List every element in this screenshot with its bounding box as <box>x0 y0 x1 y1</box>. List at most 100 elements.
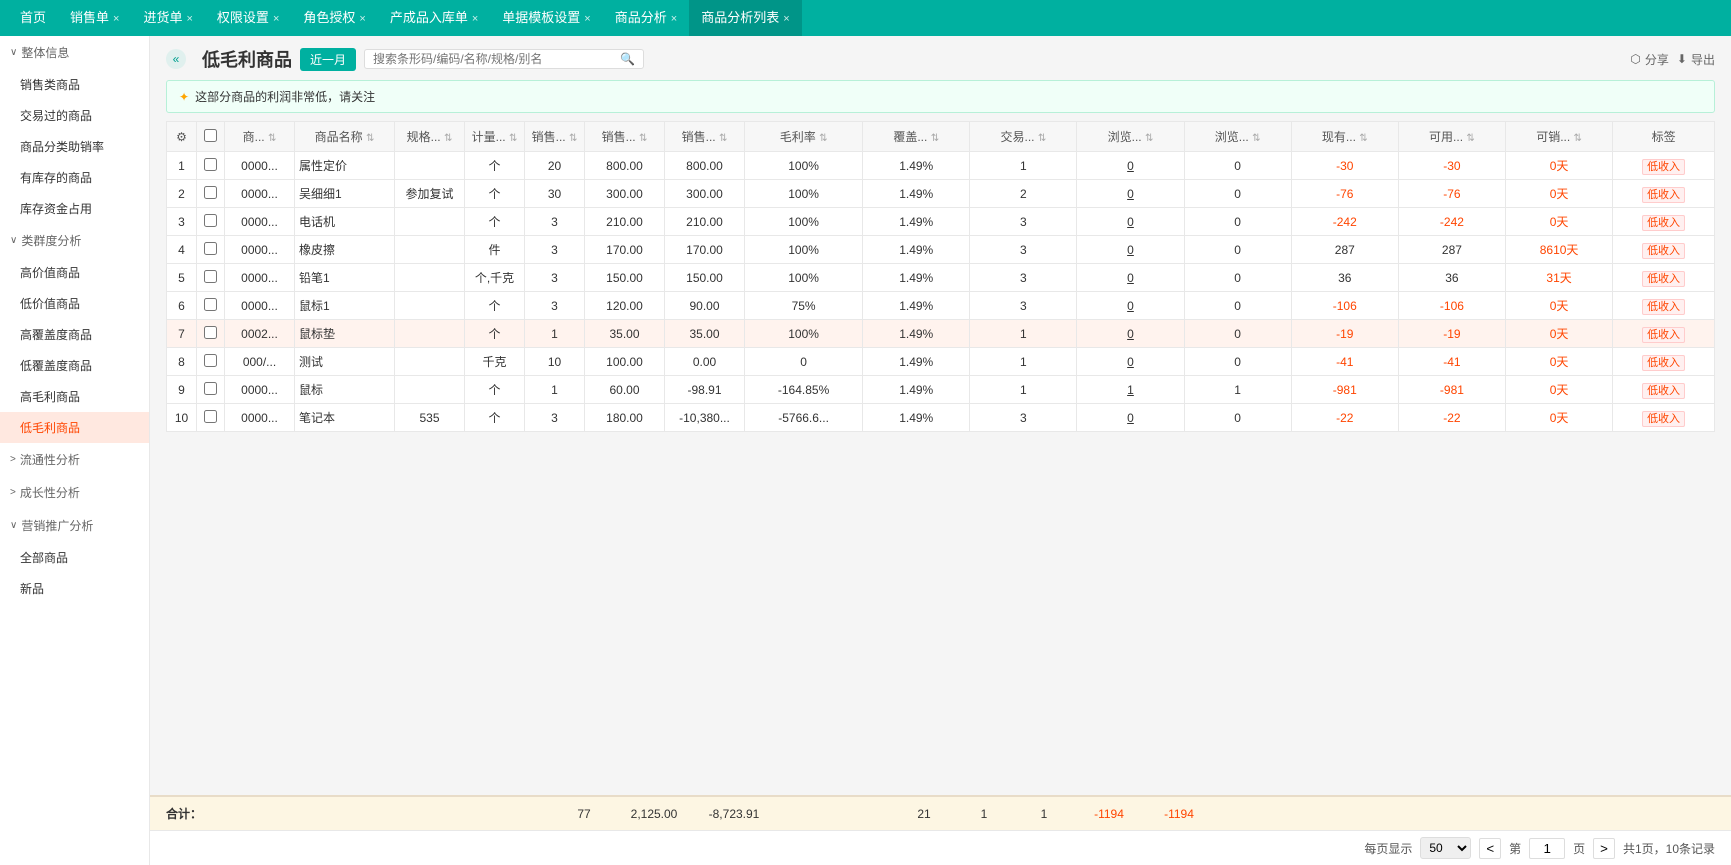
share-btn[interactable]: ⬡ 分享 <box>1630 51 1669 68</box>
row-view1[interactable]: 0 <box>1077 292 1184 320</box>
row-cover-rate: 1.49% <box>863 152 970 180</box>
nav-item-商品分析列表[interactable]: 商品分析列表× <box>689 0 801 36</box>
sidebar-group-类群度分析[interactable]: ∨类群度分析 <box>0 224 149 257</box>
sidebar-group-成长性分析[interactable]: >成长性分析 <box>0 476 149 509</box>
row-view1[interactable]: 0 <box>1077 320 1184 348</box>
nav-item-单据模板设置[interactable]: 单据模板设置× <box>490 0 602 36</box>
close-icon[interactable]: × <box>671 13 677 25</box>
nav-item-权限设置[interactable]: 权限设置× <box>205 0 291 36</box>
row-view1[interactable]: 0 <box>1077 152 1184 180</box>
close-icon[interactable]: × <box>186 13 192 25</box>
row-current-stock: -76 <box>1291 180 1398 208</box>
row-trade: 2 <box>970 180 1077 208</box>
col-label-10: 覆盖... <box>893 130 927 144</box>
export-btn[interactable]: ⬇ 导出 <box>1677 51 1715 68</box>
sidebar-item-高毛利商品[interactable]: 高毛利商品 <box>0 381 149 412</box>
row-name: 电话机 <box>295 208 395 236</box>
next-page-btn[interactable]: > <box>1593 838 1615 859</box>
row-saleable-days: 0天 <box>1506 348 1613 376</box>
row-name: 鼠标垫 <box>295 320 395 348</box>
row-check[interactable] <box>197 236 225 264</box>
prev-page-btn[interactable]: < <box>1479 838 1501 859</box>
sidebar-group-整体信息[interactable]: ∨整体信息 <box>0 36 149 69</box>
close-icon[interactable]: × <box>113 13 119 25</box>
row-sales-qty: 10 <box>525 348 585 376</box>
row-view1[interactable]: 0 <box>1077 264 1184 292</box>
row-view1[interactable]: 0 <box>1077 404 1184 432</box>
row-check[interactable] <box>197 376 225 404</box>
sidebar-item-低价值商品[interactable]: 低价值商品 <box>0 288 149 319</box>
page-input[interactable] <box>1529 838 1565 859</box>
col-header-15: 可用... ⇅ <box>1398 122 1505 152</box>
row-spec <box>395 292 465 320</box>
chevron-icon: ∨ <box>10 47 17 58</box>
nav-item-销售单[interactable]: 销售单× <box>58 0 131 36</box>
row-sales-amt: 800.00 <box>665 152 745 180</box>
close-icon[interactable]: × <box>472 13 478 25</box>
col-header-4: 规格... ⇅ <box>395 122 465 152</box>
nav-item-商品分析[interactable]: 商品分析× <box>603 0 689 36</box>
filter-recent-btn[interactable]: 近一月 <box>300 48 356 71</box>
row-unit: 个 <box>465 292 525 320</box>
row-check[interactable] <box>197 208 225 236</box>
close-icon[interactable]: × <box>359 13 365 25</box>
row-view1[interactable]: 0 <box>1077 348 1184 376</box>
row-view1[interactable]: 1 <box>1077 376 1184 404</box>
row-code: 0000... <box>225 152 295 180</box>
sidebar-item-销售类商品[interactable]: 销售类商品 <box>0 69 149 100</box>
row-view1[interactable]: 0 <box>1077 208 1184 236</box>
settings-icon[interactable]: ⚙ <box>176 130 187 144</box>
row-sales-price: 800.00 <box>585 152 665 180</box>
nav-item-首页[interactable]: 首页 <box>8 0 58 36</box>
row-check[interactable] <box>197 292 225 320</box>
row-view1[interactable]: 0 <box>1077 180 1184 208</box>
sidebar-item-商品分类助销率[interactable]: 商品分类助销率 <box>0 131 149 162</box>
col-label-13: 浏览... <box>1215 130 1249 144</box>
close-icon[interactable]: × <box>273 13 279 25</box>
nav-item-进货单[interactable]: 进货单× <box>131 0 204 36</box>
row-check[interactable] <box>197 348 225 376</box>
row-name: 鼠标 <box>295 376 395 404</box>
row-view2: 0 <box>1184 236 1291 264</box>
close-icon[interactable]: × <box>584 13 590 25</box>
sidebar-item-高覆盖度商品[interactable]: 高覆盖度商品 <box>0 319 149 350</box>
row-gross-rate: 100% <box>745 264 863 292</box>
sidebar-item-低覆盖度商品[interactable]: 低覆盖度商品 <box>0 350 149 381</box>
row-view2: 0 <box>1184 348 1291 376</box>
row-sales-qty: 30 <box>525 180 585 208</box>
row-check[interactable] <box>197 264 225 292</box>
row-code: 0002... <box>225 320 295 348</box>
nav-item-角色授权[interactable]: 角色授权× <box>291 0 377 36</box>
row-unit: 千克 <box>465 348 525 376</box>
row-sales-price: 300.00 <box>585 180 665 208</box>
check-all[interactable] <box>204 129 217 142</box>
search-icon[interactable]: 🔍 <box>620 52 635 66</box>
sidebar-item-库存资金占用[interactable]: 库存资金占用 <box>0 193 149 224</box>
sidebar-group-营销推广分析[interactable]: ∨营销推广分析 <box>0 509 149 542</box>
col-header-8: 销售... ⇅ <box>665 122 745 152</box>
row-view1[interactable]: 0 <box>1077 236 1184 264</box>
sidebar-item-有库存的商品[interactable]: 有库存的商品 <box>0 162 149 193</box>
row-check[interactable] <box>197 404 225 432</box>
col-label-5: 计量... <box>472 130 506 144</box>
sidebar-group-流通性分析[interactable]: >流通性分析 <box>0 443 149 476</box>
footer-sales-amt: -8,723.91 <box>694 807 774 821</box>
sidebar-item-低毛利商品[interactable]: 低毛利商品 <box>0 412 149 443</box>
collapse-sidebar-btn[interactable]: « <box>166 49 186 69</box>
col-header-1[interactable] <box>197 122 225 152</box>
search-input[interactable] <box>373 52 616 66</box>
row-check[interactable] <box>197 180 225 208</box>
col-header-0[interactable]: ⚙ <box>167 122 197 152</box>
sidebar-item-高价值商品[interactable]: 高价值商品 <box>0 257 149 288</box>
row-current-stock: -22 <box>1291 404 1398 432</box>
sidebar-item-新品[interactable]: 新品 <box>0 573 149 604</box>
row-spec <box>395 376 465 404</box>
nav-item-产成品入库单[interactable]: 产成品入库单× <box>378 0 490 36</box>
col-label-15: 可用... <box>1429 130 1463 144</box>
per-page-select[interactable]: 50 20 100 <box>1420 837 1471 859</box>
close-icon[interactable]: × <box>783 13 789 25</box>
row-check[interactable] <box>197 320 225 348</box>
row-check[interactable] <box>197 152 225 180</box>
sidebar-item-全部商品[interactable]: 全部商品 <box>0 542 149 573</box>
sidebar-item-交易过的商品[interactable]: 交易过的商品 <box>0 100 149 131</box>
